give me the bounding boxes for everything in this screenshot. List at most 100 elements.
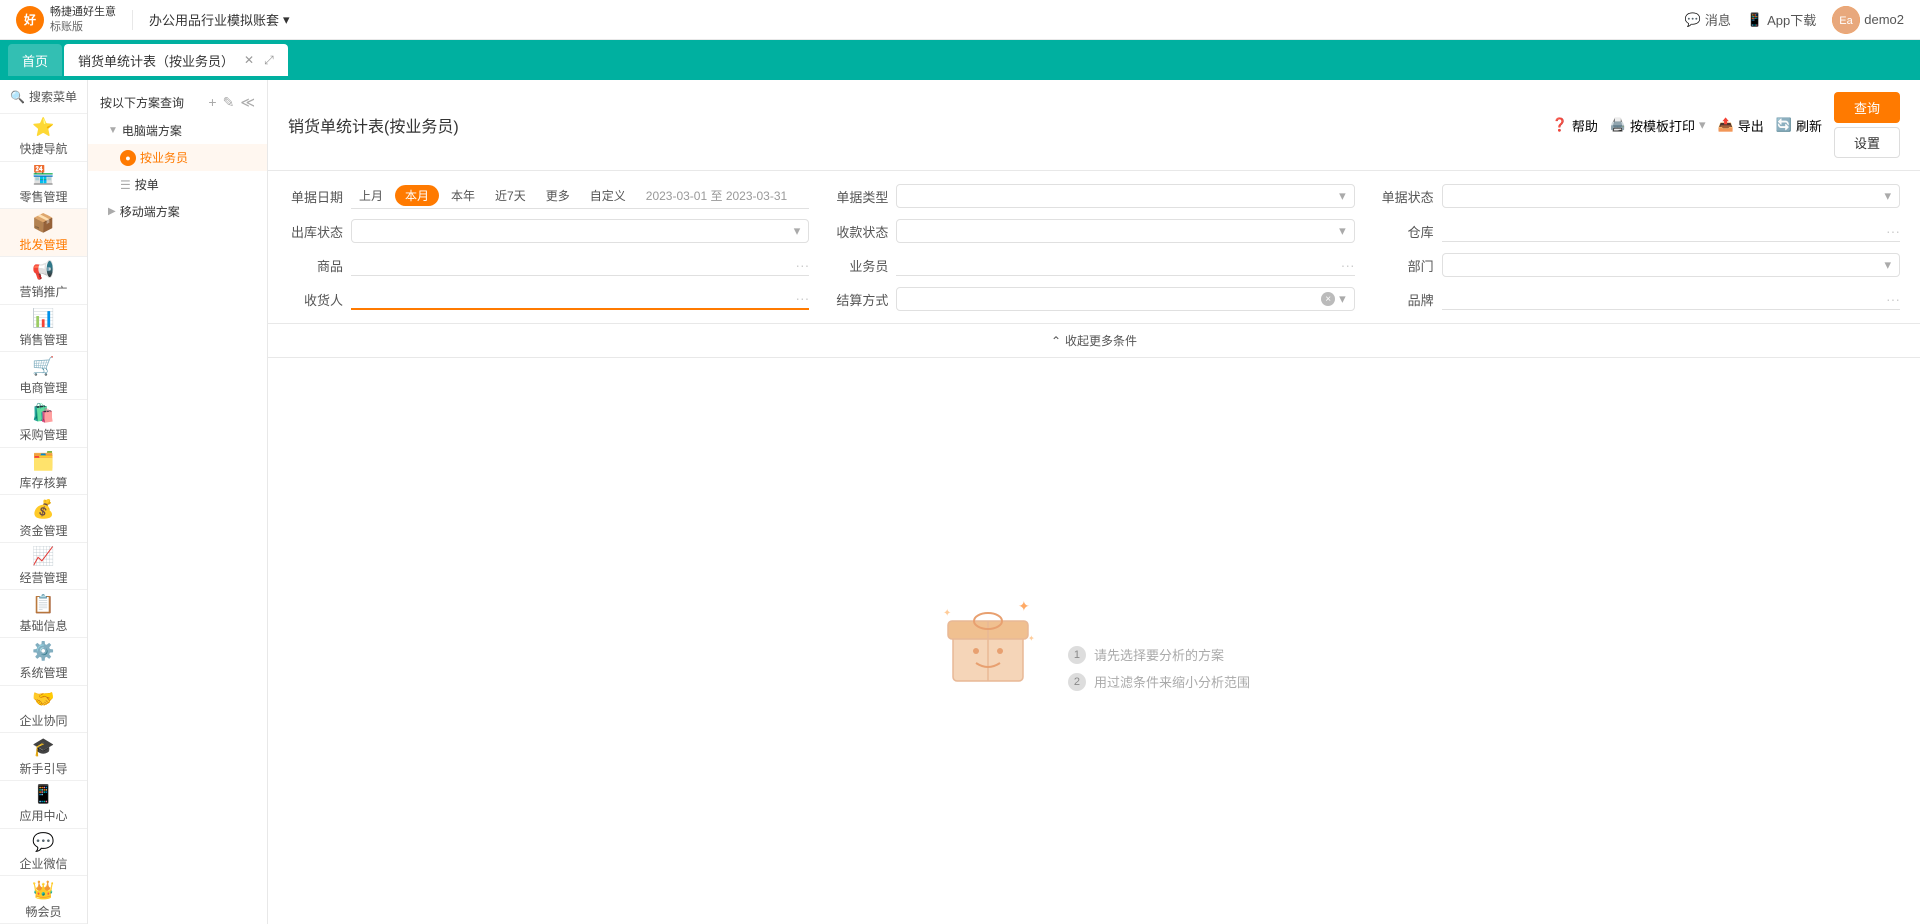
member-label: 畅会员 bbox=[25, 903, 61, 920]
date-tab-7days[interactable]: 近7天 bbox=[487, 185, 534, 206]
user-menu[interactable]: Ea demo2 bbox=[1832, 6, 1904, 34]
message-button[interactable]: 💬 消息 bbox=[1685, 10, 1731, 29]
workspace-name: 办公用品行业模拟账套 bbox=[149, 10, 279, 29]
warehouse-input[interactable]: ··· bbox=[1442, 221, 1900, 242]
product-input[interactable]: ··· bbox=[351, 255, 809, 276]
sidebar-item-operations[interactable]: 📈 经营管理 bbox=[0, 543, 87, 591]
template-print-button[interactable]: 🖨️ 按模板打印 ▾ bbox=[1610, 116, 1706, 135]
step-2-text: 用过滤条件来缩小分析范围 bbox=[1094, 672, 1250, 691]
panel-header: 按以下方案查询 + ✎ ≪ bbox=[88, 88, 267, 117]
tree-by-order[interactable]: ☰ 按单 bbox=[88, 171, 267, 198]
wholesale-label: 批发管理 bbox=[19, 236, 67, 253]
help-button[interactable]: ❓ 帮助 bbox=[1552, 116, 1598, 135]
receipt-status-select[interactable]: ▾ bbox=[896, 219, 1354, 243]
salesperson-input[interactable]: ··· bbox=[896, 255, 1354, 276]
tab-maximize-icon[interactable]: ⤢ bbox=[264, 53, 274, 68]
doc-type-arrow: ▾ bbox=[1339, 188, 1346, 204]
inventory-icon: 🗂️ bbox=[32, 451, 54, 472]
ecommerce-label: 电商管理 bbox=[19, 379, 67, 396]
query-button[interactable]: 查询 bbox=[1834, 92, 1900, 123]
logo-area: 好 畅捷通好生意 标账版 bbox=[16, 5, 116, 34]
consignee-dots[interactable]: ··· bbox=[795, 290, 809, 306]
export-button[interactable]: 📤 导出 bbox=[1718, 116, 1764, 135]
add-scheme-button[interactable]: + bbox=[208, 94, 216, 111]
sidebar-item-sales[interactable]: 📊 销售管理 bbox=[0, 305, 87, 353]
sidebar-item-retail[interactable]: 🏪 零售管理 bbox=[0, 162, 87, 210]
tree-salesperson-label: 按业务员 bbox=[140, 149, 188, 166]
sidebar-item-purchase[interactable]: 🛍️ 采购管理 bbox=[0, 400, 87, 448]
quick-nav-icon: ⭐ bbox=[32, 117, 54, 138]
export-icon: 📤 bbox=[1718, 117, 1734, 133]
date-filter: 上月 本月 本年 近7天 更多 自定义 2023-03-01 至 2023-03… bbox=[351, 183, 809, 209]
sidebar-item-member[interactable]: 👑 畅会员 bbox=[0, 876, 87, 924]
topbar-right: 💬 消息 📱 App下载 Ea demo2 bbox=[1685, 6, 1904, 34]
collapse-bar[interactable]: ⌃ 收起更多条件 bbox=[268, 324, 1920, 358]
stock-out-select[interactable]: ▾ bbox=[351, 219, 809, 243]
print-icon: 🖨️ bbox=[1610, 117, 1626, 133]
svg-text:✦: ✦ bbox=[1028, 634, 1035, 643]
brand-dots[interactable]: ··· bbox=[1886, 291, 1900, 307]
product-dots[interactable]: ··· bbox=[795, 257, 809, 273]
date-label: 单据日期 bbox=[288, 187, 343, 206]
edit-scheme-button[interactable]: ✎ bbox=[223, 94, 235, 111]
doc-status-select[interactable]: ▾ bbox=[1442, 184, 1900, 208]
workspace-selector[interactable]: 办公用品行业模拟账套 ▾ bbox=[149, 10, 290, 29]
sidebar-item-enterprise-collab[interactable]: 🤝 企业协同 bbox=[0, 686, 87, 734]
sidebar-item-wholesale[interactable]: 📦 批发管理 bbox=[0, 209, 87, 257]
sidebar-search[interactable]: 🔍 搜索菜单 bbox=[0, 80, 87, 114]
sidebar-item-marketing[interactable]: 📢 营销推广 bbox=[0, 257, 87, 305]
sidebar-item-inventory[interactable]: 🗂️ 库存核算 bbox=[0, 448, 87, 496]
wholesale-icon: 📦 bbox=[32, 213, 54, 234]
settlement-clear-button[interactable]: × bbox=[1321, 292, 1335, 306]
purchase-label: 采购管理 bbox=[19, 426, 67, 443]
tab-close-icon[interactable]: ✕ bbox=[244, 53, 254, 67]
department-select[interactable]: ▾ bbox=[1442, 253, 1900, 277]
brand-input[interactable]: ··· bbox=[1442, 289, 1900, 310]
tree-pc: ▼ 电脑端方案 ● 按业务员 ☰ 按单 bbox=[88, 117, 267, 198]
setting-button[interactable]: 设置 bbox=[1834, 127, 1900, 158]
sidebar-item-ecommerce[interactable]: 🛒 电商管理 bbox=[0, 352, 87, 400]
sidebar-item-beginner[interactable]: 🎓 新手引导 bbox=[0, 733, 87, 781]
sales-label: 销售管理 bbox=[19, 331, 67, 348]
date-tab-last-month[interactable]: 上月 bbox=[351, 185, 391, 206]
sidebar-item-app-center[interactable]: 📱 应用中心 bbox=[0, 781, 87, 829]
step-1-num: 1 bbox=[1068, 646, 1086, 664]
search-menu-label: 搜索菜单 bbox=[29, 88, 77, 105]
tree-mobile-label: 移动端方案 bbox=[120, 203, 180, 220]
search-icon: 🔍 bbox=[10, 90, 25, 104]
tree-pc-schemes[interactable]: ▼ 电脑端方案 bbox=[88, 117, 267, 144]
date-tab-custom[interactable]: 自定义 bbox=[582, 185, 634, 206]
warehouse-dots[interactable]: ··· bbox=[1886, 223, 1900, 239]
help-icon: ❓ bbox=[1552, 117, 1568, 133]
consignee-input[interactable]: ··· bbox=[351, 288, 809, 310]
sidebar-item-basic-info[interactable]: 📋 基础信息 bbox=[0, 590, 87, 638]
settlement-select[interactable]: × ▾ bbox=[896, 287, 1354, 311]
department-label: 部门 bbox=[1379, 256, 1434, 275]
tab-sales-stats[interactable]: 销货单统计表（按业务员） ✕ ⤢ bbox=[64, 44, 288, 76]
refresh-button[interactable]: 🔄 刷新 bbox=[1776, 116, 1822, 135]
salesperson-dots[interactable]: ··· bbox=[1341, 257, 1355, 273]
ecommerce-icon: 🛒 bbox=[32, 356, 54, 377]
collapse-panel-button[interactable]: ≪ bbox=[240, 94, 255, 111]
empty-area: ✦ ✦ ✦ 1 请先选择要分析的方案 bbox=[268, 358, 1920, 924]
action-buttons: 查询 设置 bbox=[1834, 92, 1900, 158]
tree-by-salesperson[interactable]: ● 按业务员 bbox=[88, 144, 267, 171]
sidebar-item-enterprise-wechat[interactable]: 💬 企业微信 bbox=[0, 829, 87, 877]
svg-text:✦: ✦ bbox=[943, 608, 951, 619]
basic-info-label: 基础信息 bbox=[19, 617, 67, 634]
tree-mobile-schemes[interactable]: ▶ 移动端方案 bbox=[88, 198, 267, 225]
date-tab-this-year[interactable]: 本年 bbox=[443, 185, 483, 206]
tab-home[interactable]: 首页 bbox=[8, 44, 62, 76]
date-tab-this-month[interactable]: 本月 bbox=[395, 185, 439, 206]
logo-text: 畅捷通好生意 bbox=[50, 5, 116, 19]
app-download-button[interactable]: 📱 App下载 bbox=[1747, 10, 1816, 29]
beginner-icon: 🎓 bbox=[32, 737, 54, 758]
date-tab-more[interactable]: 更多 bbox=[538, 185, 578, 206]
sidebar-item-system[interactable]: ⚙️ 系统管理 bbox=[0, 638, 87, 686]
member-icon: 👑 bbox=[32, 880, 54, 901]
doc-type-select[interactable]: ▾ bbox=[896, 184, 1354, 208]
retail-label: 零售管理 bbox=[19, 188, 67, 205]
sidebar-item-finance[interactable]: 💰 资金管理 bbox=[0, 495, 87, 543]
sidebar-item-quick-nav[interactable]: ⭐ 快捷导航 bbox=[0, 114, 87, 162]
page-header-actions: ❓ 帮助 🖨️ 按模板打印 ▾ 📤 导出 🔄 刷新 bbox=[1552, 92, 1900, 158]
